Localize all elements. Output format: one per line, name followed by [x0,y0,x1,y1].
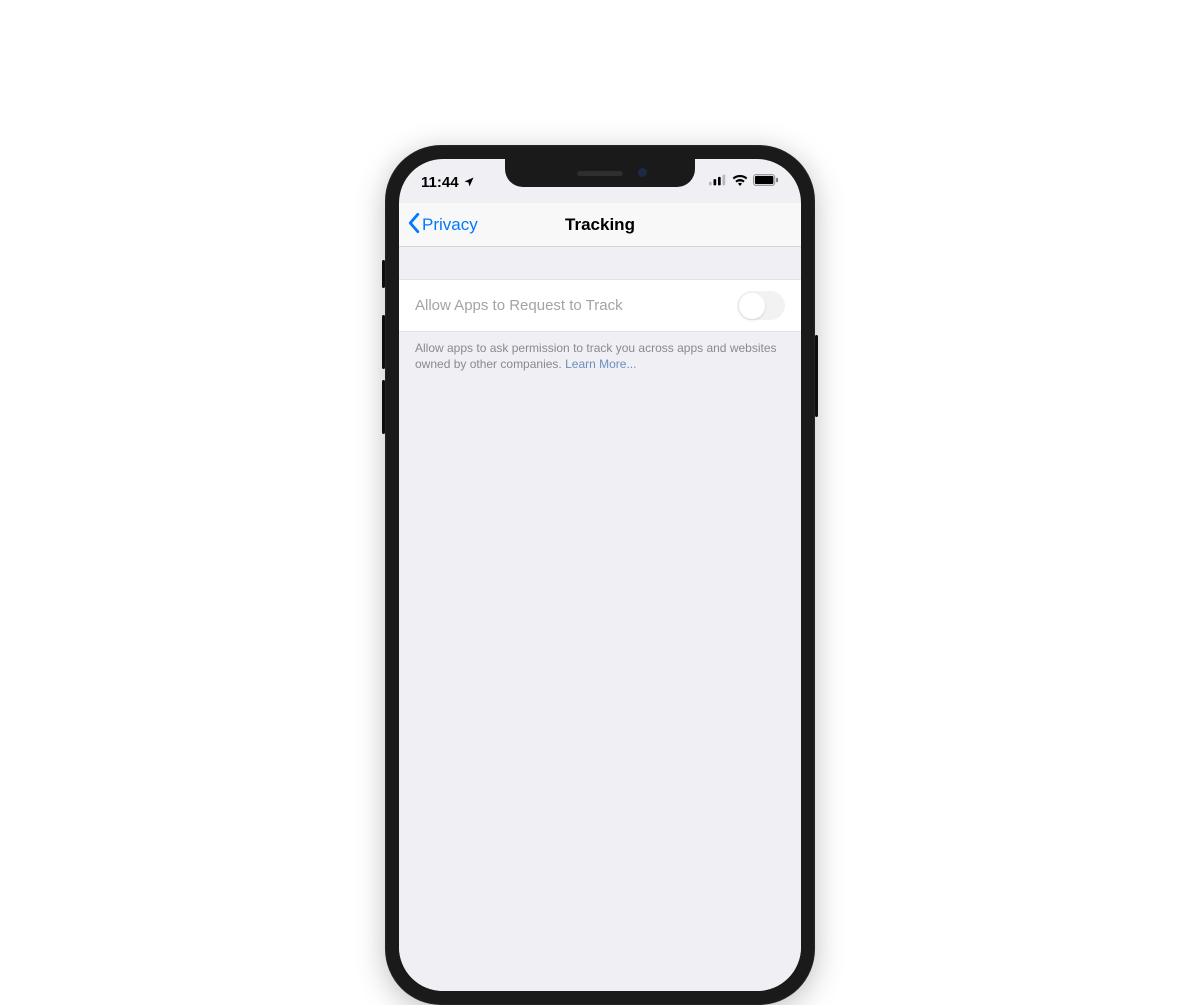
volume-down-button [382,380,385,434]
allow-tracking-toggle[interactable] [737,291,785,320]
status-bar-left: 11:44 [421,174,475,191]
toggle-knob [739,293,765,319]
status-bar-right [709,173,779,191]
back-label: Privacy [422,215,478,235]
allow-tracking-label: Allow Apps to Request to Track [415,297,623,314]
learn-more-link[interactable]: Learn More... [565,357,636,371]
section-footer: Allow apps to ask permission to track yo… [399,332,801,372]
status-time: 11:44 [421,174,459,191]
screen: 11:44 [399,159,801,991]
chevron-left-icon [407,212,422,239]
earpiece-speaker [577,171,623,176]
back-button[interactable]: Privacy [407,203,478,247]
power-button [815,335,818,417]
page-title: Tracking [565,215,635,235]
front-camera [638,168,647,177]
cellular-icon [709,173,727,191]
phone-frame: 11:44 [385,145,815,1005]
location-icon [463,176,475,188]
nav-bar: Privacy Tracking [399,203,801,247]
notch [505,159,695,187]
volume-up-button [382,315,385,369]
allow-tracking-row[interactable]: Allow Apps to Request to Track [399,279,801,332]
wifi-icon [732,173,748,191]
content-area: Allow Apps to Request to Track Allow app… [399,247,801,991]
silence-switch [382,260,385,288]
section-spacer [399,247,801,279]
battery-icon [753,173,779,191]
